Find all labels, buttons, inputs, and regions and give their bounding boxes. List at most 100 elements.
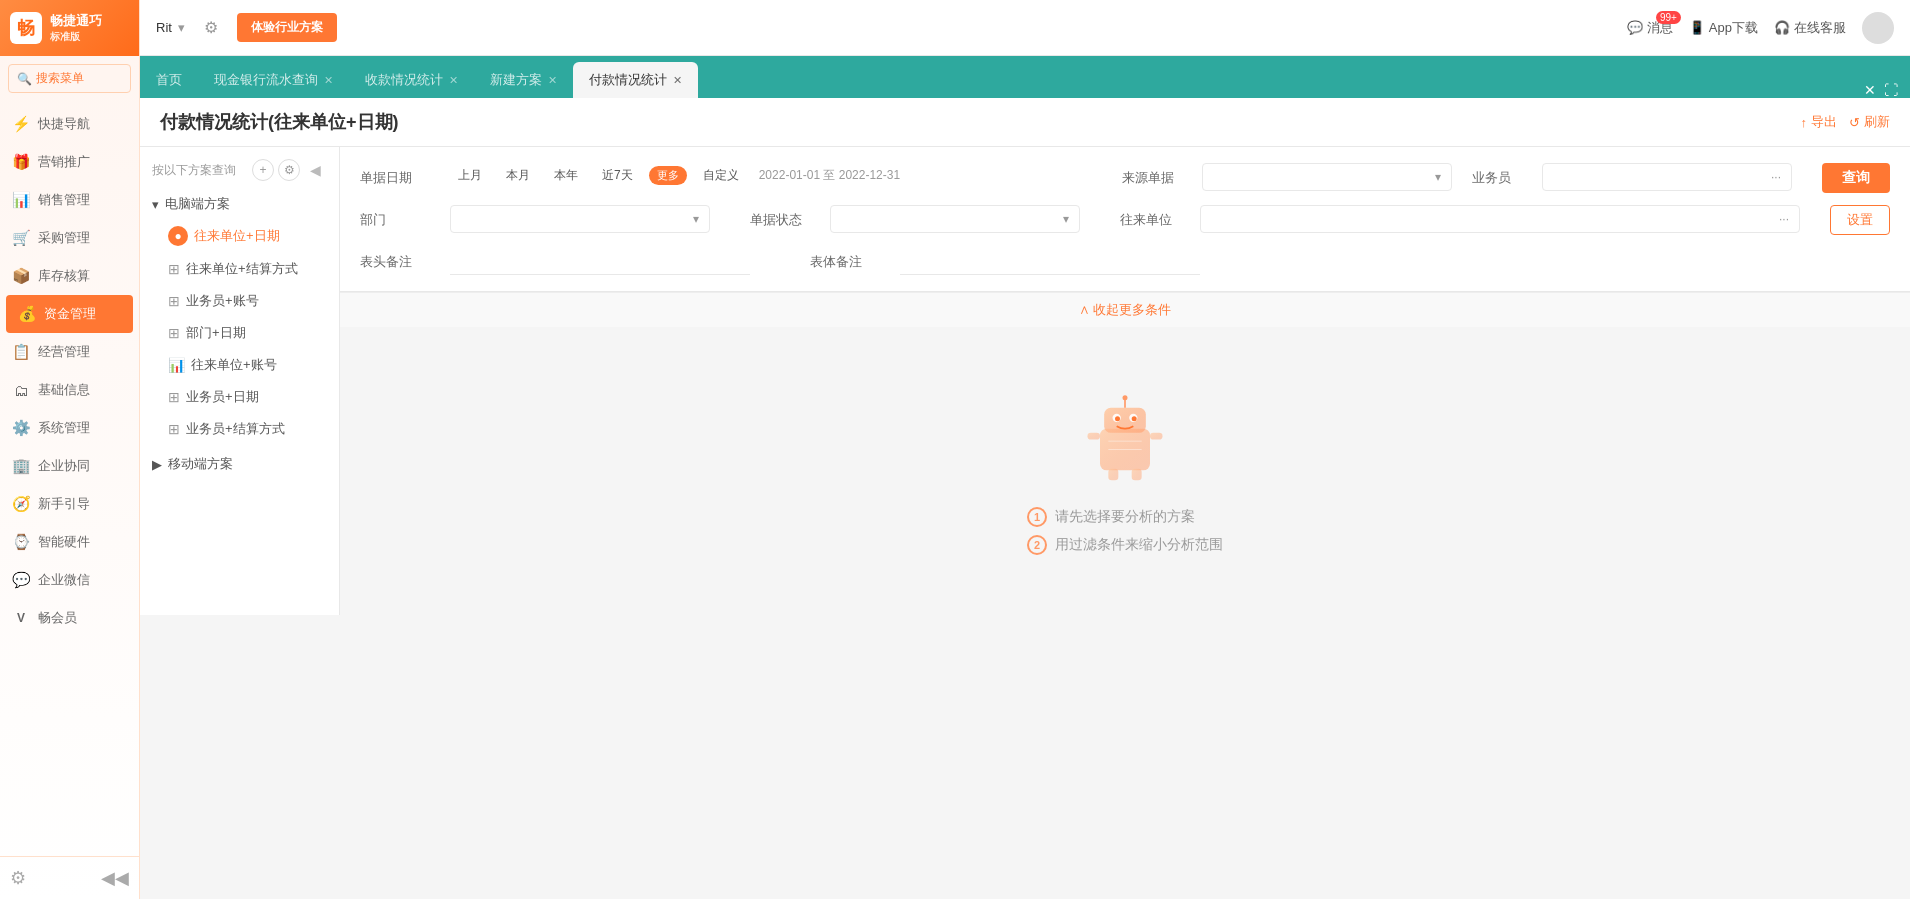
marketing-icon: 🎁 — [12, 153, 30, 171]
tabs-end-actions: ✕ ⛶ — [1864, 82, 1910, 98]
group-arrow-icon: ▾ — [152, 197, 159, 212]
topbar-settings-button[interactable]: ⚙ — [197, 14, 225, 42]
tab-close-new-scheme[interactable]: ✕ — [548, 74, 557, 87]
collapse-more-conditions-button[interactable]: ∧ 收起更多条件 — [340, 292, 1910, 327]
svg-rect-9 — [1150, 433, 1163, 440]
brand-name: 畅捷通巧 标准版 — [50, 13, 102, 43]
query-button[interactable]: 查询 — [1822, 163, 1890, 193]
header-note-label: 表头备注 — [360, 247, 430, 271]
tab-close-bank[interactable]: ✕ — [324, 74, 333, 87]
chart-icon: 📊 — [168, 357, 185, 373]
company-name: Rit — [156, 20, 172, 35]
tab-home[interactable]: 首页 — [140, 62, 198, 98]
sidebar-item-inventory[interactable]: 📦 库存核算 — [0, 257, 139, 295]
scheme-settings-button[interactable]: ⚙ — [278, 159, 300, 181]
mobile-scheme-group-header[interactable]: ▶ 移动端方案 — [140, 449, 339, 479]
sidebar-item-marketing[interactable]: 🎁 营销推广 — [0, 143, 139, 181]
salesman-select[interactable]: ··· — [1542, 163, 1792, 191]
source-select[interactable]: ▾ — [1202, 163, 1452, 191]
maximize-icon[interactable]: ⛶ — [1884, 82, 1898, 98]
message-button[interactable]: 💬 消息 99+ — [1627, 19, 1673, 37]
collapse-sidebar-icon[interactable]: ◀◀ — [101, 867, 129, 889]
tab-bank-flow[interactable]: 现金银行流水查询 ✕ — [198, 62, 349, 98]
purchase-icon: 🛒 — [12, 229, 30, 247]
add-scheme-button[interactable]: + — [252, 159, 274, 181]
this-month-btn[interactable]: 本月 — [498, 163, 538, 188]
last-month-btn[interactable]: 上月 — [450, 163, 490, 188]
sidebar-item-wechat[interactable]: 💬 企业微信 — [0, 561, 139, 599]
dept-select[interactable]: ▾ — [450, 205, 710, 233]
service-button[interactable]: 🎧 在线客服 — [1774, 19, 1846, 37]
filter-row-2: 部门 ▾ 单据状态 ▾ 往来单位 ··· — [360, 205, 1890, 235]
search-menu-button[interactable]: 🔍 搜索菜单 — [8, 64, 131, 93]
last-7-days-btn[interactable]: 近7天 — [594, 163, 641, 188]
scheme-item-salesman-account[interactable]: ⊞ 业务员+账号 — [140, 285, 339, 317]
desktop-scheme-group-header[interactable]: ▾ 电脑端方案 — [140, 189, 339, 219]
sidebar-item-operation[interactable]: 📋 经营管理 — [0, 333, 139, 371]
body-note-input[interactable] — [900, 247, 1200, 275]
desktop-scheme-group: ▾ 电脑端方案 ● 往来单位+日期 ⊞ 往来单位+结算方式 ⊞ 业务员+账号 — [140, 189, 339, 445]
mobile-scheme-group: ▶ 移动端方案 — [140, 449, 339, 479]
cooperation-icon: 🏢 — [12, 457, 30, 475]
page-content: 付款情况统计(往来单位+日期) ↑ 导出 ↺ 刷新 按以下方案查询 + — [140, 98, 1910, 899]
empty-tip-2: 2 用过滤条件来缩小分析范围 — [1027, 535, 1223, 555]
tab-close-receipt[interactable]: ✕ — [449, 74, 458, 87]
doc-status-select[interactable]: ▾ — [830, 205, 1080, 233]
user-avatar[interactable] — [1862, 12, 1894, 44]
company-selector[interactable]: Rit ▾ — [156, 20, 185, 35]
export-icon: ↑ — [1801, 115, 1808, 130]
trial-button[interactable]: 体验行业方案 — [237, 13, 337, 42]
app-download-button[interactable]: 📱 App下载 — [1689, 19, 1758, 37]
svg-rect-11 — [1132, 469, 1142, 481]
sidebar-item-system[interactable]: ⚙️ 系统管理 — [0, 409, 139, 447]
sidebar-item-finance[interactable]: 💰 资金管理 — [6, 295, 133, 333]
page-header-actions: ↑ 导出 ↺ 刷新 — [1801, 113, 1891, 131]
sidebar-item-shortcut[interactable]: ⚡ 快捷导航 — [0, 105, 139, 143]
message-badge: 99+ — [1656, 11, 1681, 24]
settings-icon[interactable]: ⚙ — [10, 867, 26, 889]
sidebar-header: 畅 畅捷通巧 标准版 — [0, 0, 139, 56]
close-all-tabs-icon[interactable]: ✕ — [1864, 82, 1876, 98]
system-icon: ⚙️ — [12, 419, 30, 437]
sidebar: 畅 畅捷通巧 标准版 🔍 搜索菜单 ⚡ 快捷导航 🎁 营销推广 📊 销售管理 🛒… — [0, 0, 140, 899]
sidebar-item-guide[interactable]: 🧭 新手引导 — [0, 485, 139, 523]
scheme-item-counterpart-date[interactable]: ● 往来单位+日期 — [140, 219, 339, 253]
tab-receipt-stats[interactable]: 收款情况统计 ✕ — [349, 62, 474, 98]
sidebar-item-member[interactable]: V 畅会员 — [0, 599, 139, 637]
tab-new-scheme[interactable]: 新建方案 ✕ — [474, 62, 573, 98]
page-header: 付款情况统计(往来单位+日期) ↑ 导出 ↺ 刷新 — [140, 98, 1910, 147]
main-area: Rit ▾ ⚙ 体验行业方案 💬 消息 99+ 📱 App下载 🎧 在线客服 — [140, 0, 1910, 899]
scheme-item-salesman-settle[interactable]: ⊞ 业务员+结算方式 — [140, 413, 339, 445]
sidebar-item-basic[interactable]: 🗂 基础信息 — [0, 371, 139, 409]
sidebar-item-hardware[interactable]: ⌚ 智能硬件 — [0, 523, 139, 561]
scheme-item-dept-date[interactable]: ⊞ 部门+日期 — [140, 317, 339, 349]
filter-row-3: 表头备注 表体备注 — [360, 247, 1890, 275]
group-arrow-icon-mobile: ▶ — [152, 457, 162, 472]
sidebar-item-purchase[interactable]: 🛒 采购管理 — [0, 219, 139, 257]
counterpart-filter-label: 往来单位 — [1120, 205, 1180, 229]
doc-status-filter-label: 单据状态 — [750, 205, 810, 229]
sidebar-item-cooperation[interactable]: 🏢 企业协同 — [0, 447, 139, 485]
counterpart-select[interactable]: ··· — [1200, 205, 1800, 233]
custom-date-btn[interactable]: 自定义 — [695, 163, 747, 188]
refresh-button[interactable]: ↺ 刷新 — [1849, 113, 1890, 131]
tab-close-payment[interactable]: ✕ — [673, 74, 682, 87]
page-title: 付款情况统计(往来单位+日期) — [160, 110, 399, 134]
more-date-btn[interactable]: 更多 — [649, 166, 687, 185]
table-icon-2: ⊞ — [168, 293, 180, 309]
collapse-scheme-panel-button[interactable]: ◀ — [304, 160, 327, 180]
sidebar-item-sales[interactable]: 📊 销售管理 — [0, 181, 139, 219]
this-year-btn[interactable]: 本年 — [546, 163, 586, 188]
date-filter-label: 单据日期 — [360, 163, 430, 187]
scheme-item-counterpart-settle[interactable]: ⊞ 往来单位+结算方式 — [140, 253, 339, 285]
empty-illustration — [1075, 387, 1175, 487]
shortcut-icon: ⚡ — [12, 115, 30, 133]
hardware-icon: ⌚ — [12, 533, 30, 551]
scheme-item-salesman-date[interactable]: ⊞ 业务员+日期 — [140, 381, 339, 413]
setting-button[interactable]: 设置 — [1830, 205, 1890, 235]
dept-dropdown-arrow: ▾ — [693, 212, 699, 226]
header-note-input[interactable] — [450, 247, 750, 275]
export-button[interactable]: ↑ 导出 — [1801, 113, 1838, 131]
scheme-item-counterpart-account[interactable]: 📊 往来单位+账号 — [140, 349, 339, 381]
tab-payment-stats[interactable]: 付款情况统计 ✕ — [573, 62, 698, 98]
